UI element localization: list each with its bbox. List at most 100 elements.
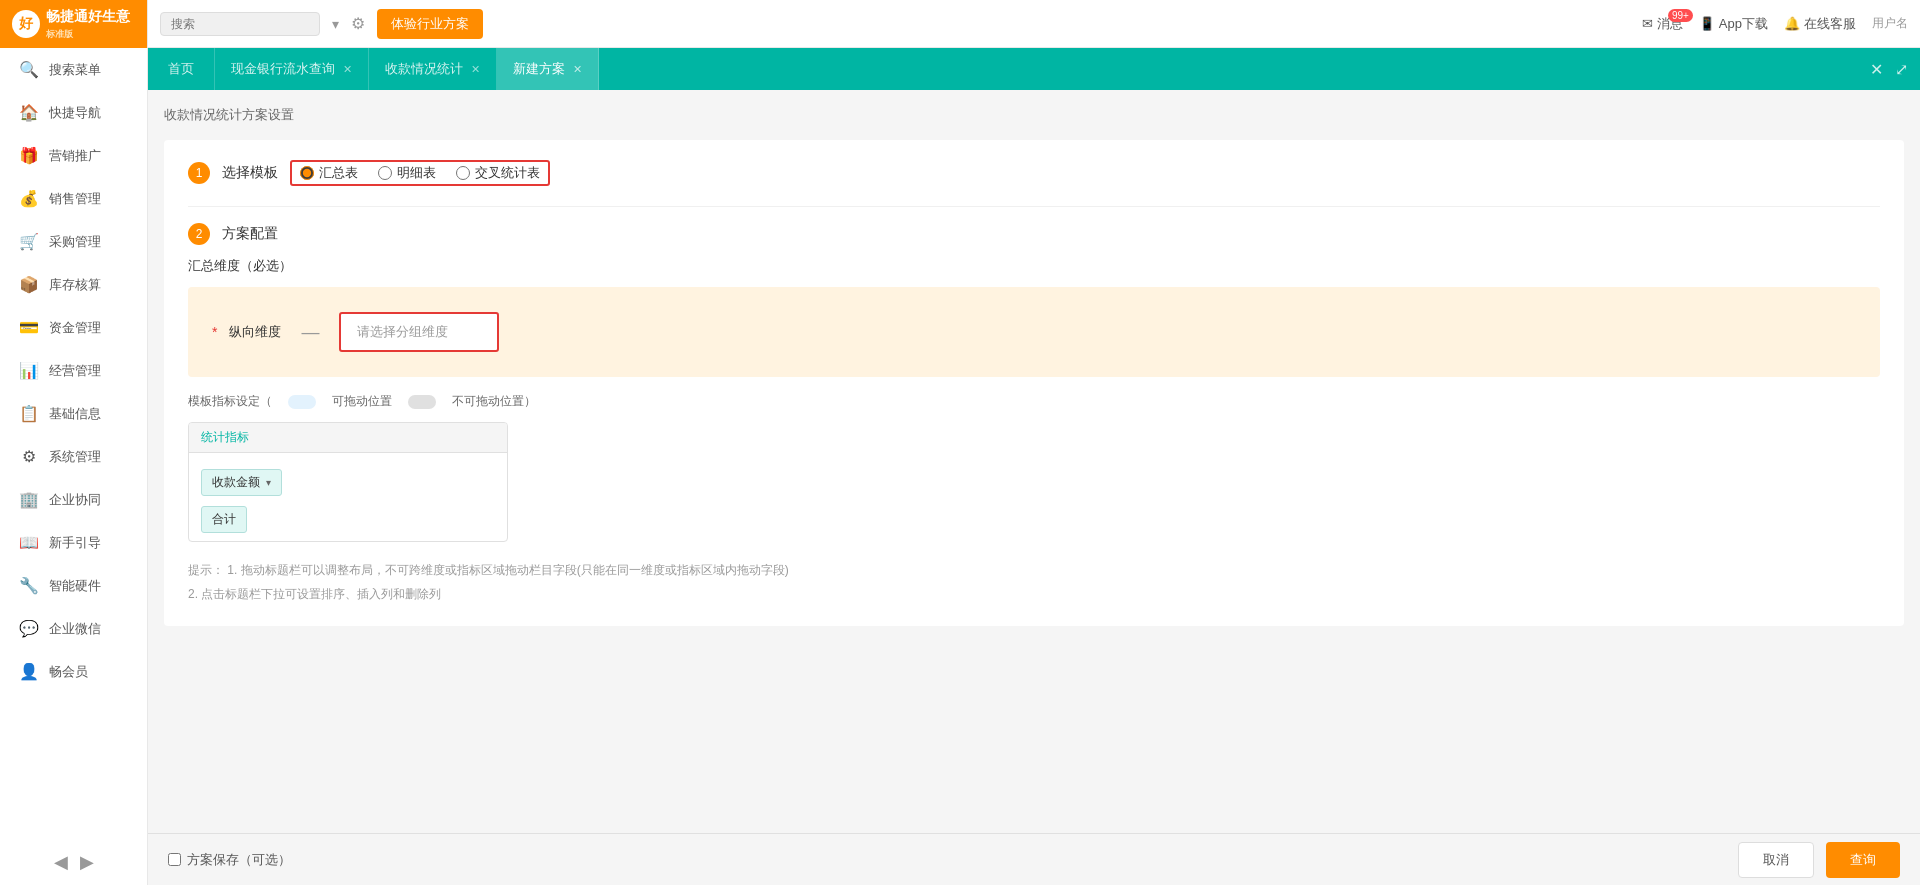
sidebar-item-label: 搜索菜单 (49, 61, 101, 79)
radio-summary[interactable]: 汇总表 (300, 164, 358, 182)
save-checkbox[interactable] (168, 853, 181, 866)
box-icon: 📦 (19, 275, 39, 294)
tab-new-plan-close[interactable]: ✕ (573, 63, 582, 76)
content-area: 收款情况统计方案设置 1 选择模板 汇总表 (148, 90, 1920, 833)
radio-summary-input[interactable] (300, 166, 314, 180)
home-icon: 🏠 (19, 103, 39, 122)
sidebar-item-label: 资金管理 (49, 319, 101, 337)
asterisk: * (212, 324, 217, 340)
sidebar-item-search[interactable]: 🔍 搜索菜单 (0, 48, 147, 91)
cart-icon: 🛒 (19, 232, 39, 251)
sidebar-item-label: 采购管理 (49, 233, 101, 251)
settings-icon[interactable]: ⚙ (351, 14, 365, 33)
sidebar-footer: ◀ ▶ (0, 839, 147, 885)
sidebar-item-inventory[interactable]: 📦 库存核算 (0, 263, 147, 306)
sidebar-item-marketing[interactable]: 🎁 营销推广 (0, 134, 147, 177)
sidebar-item-label: 智能硬件 (49, 577, 101, 595)
stats-amount-tag[interactable]: 收款金额 ▾ (201, 469, 282, 496)
trial-button[interactable]: 体验行业方案 (377, 9, 483, 39)
sidebar-item-guide[interactable]: 📖 新手引导 (0, 521, 147, 564)
page-title: 收款情况统计方案设置 (164, 106, 1904, 124)
book-icon: 📖 (19, 533, 39, 552)
stats-tag-row: 收款金额 ▾ (201, 469, 495, 496)
stats-amount-label: 收款金额 (212, 474, 260, 491)
radio-cross[interactable]: 交叉统计表 (456, 164, 540, 182)
bottom-buttons: 取消 查询 (1738, 842, 1900, 878)
online-service-label: 在线客服 (1804, 15, 1856, 33)
sidebar-item-sales[interactable]: 💰 销售管理 (0, 177, 147, 220)
stats-section-label: 统计指标 (189, 423, 507, 453)
dim-select-box[interactable]: 请选择分组维度 (339, 312, 499, 352)
chart-icon: 📊 (19, 361, 39, 380)
sidebar-item-purchase[interactable]: 🛒 采购管理 (0, 220, 147, 263)
sidebar-item-label: 企业微信 (49, 620, 101, 638)
tab-bank-label: 现金银行流水查询 (231, 60, 335, 78)
card-icon: 💳 (19, 318, 39, 337)
tab-receipt-stats-label: 收款情况统计 (385, 60, 463, 78)
radio-summary-label: 汇总表 (319, 164, 358, 182)
step1-row: 1 选择模板 汇总表 明细表 (188, 160, 1880, 186)
tab-bank-close[interactable]: ✕ (343, 63, 352, 76)
maximize-icon[interactable]: ⤢ (1895, 60, 1908, 79)
sidebar-item-nav[interactable]: 🏠 快捷导航 (0, 91, 147, 134)
radio-detail-label: 明细表 (397, 164, 436, 182)
stats-content: 收款金额 ▾ 合计 (189, 461, 507, 541)
sidebar-item-enterprise[interactable]: 🏢 企业协同 (0, 478, 147, 521)
cancel-button[interactable]: 取消 (1738, 842, 1814, 878)
search-icon: 🔍 (19, 60, 39, 79)
tab-bank[interactable]: 现金银行流水查询 ✕ (215, 48, 369, 90)
sidebar-item-operations[interactable]: 📊 经营管理 (0, 349, 147, 392)
app-download-link[interactable]: 📱 App下载 (1699, 15, 1768, 33)
radio-detail[interactable]: 明细表 (378, 164, 436, 182)
tab-receipt-stats[interactable]: 收款情况统计 ✕ (369, 48, 497, 90)
query-button[interactable]: 查询 (1826, 842, 1900, 878)
sidebar-item-label: 畅会员 (49, 663, 88, 681)
sidebar-item-finance[interactable]: 💳 资金管理 (0, 306, 147, 349)
footer-icon-left[interactable]: ◀ (54, 851, 68, 873)
sidebar-item-base[interactable]: 📋 基础信息 (0, 392, 147, 435)
bottom-bar: 方案保存（可选） 取消 查询 (148, 833, 1920, 885)
service-icon: 🔔 (1784, 16, 1800, 31)
tab-new-plan[interactable]: 新建方案 ✕ (497, 48, 599, 90)
dropdown-icon[interactable]: ▾ (332, 16, 339, 32)
save-label: 方案保存（可选） (187, 851, 291, 869)
sidebar-item-label: 销售管理 (49, 190, 101, 208)
footer-icon-right[interactable]: ▶ (80, 851, 94, 873)
user-icon: 👤 (19, 662, 39, 681)
stats-subtotal-tag: 合计 (201, 506, 247, 533)
sidebar-item-label: 企业协同 (49, 491, 101, 509)
step2-circle: 2 (188, 223, 210, 245)
app-logo: 好 畅捷通好生意 标准版 (0, 0, 147, 48)
step1-label: 选择模板 (222, 164, 278, 182)
username-display: 用户名 (1872, 15, 1908, 32)
radio-detail-input[interactable] (378, 166, 392, 180)
sidebar-item-smart[interactable]: 🔧 智能硬件 (0, 564, 147, 607)
search-input[interactable] (160, 12, 320, 36)
tab-receipt-close[interactable]: ✕ (471, 63, 480, 76)
step2-row: 2 方案配置 (188, 223, 1880, 245)
sidebar-item-wechat[interactable]: 💬 企业微信 (0, 607, 147, 650)
vertical-dim-label: 纵向维度 (229, 323, 281, 341)
dim-placeholder: 请选择分组维度 (357, 323, 448, 341)
save-checkbox-label[interactable]: 方案保存（可选） (168, 851, 291, 869)
topbar: ▾ ⚙ 体验行业方案 ✉ 消息 99+ 📱 App下载 🔔 在线客服 用户名 (148, 0, 1920, 48)
template-options: 汇总表 明细表 交叉统计表 (300, 164, 540, 182)
radio-cross-input[interactable] (456, 166, 470, 180)
app-name: 畅捷通好生意 (46, 8, 130, 26)
sidebar-item-system[interactable]: ⚙ 系统管理 (0, 435, 147, 478)
gear-icon: ⚙ (19, 447, 39, 466)
tips-section: 提示： 1. 拖动标题栏可以调整布局，不可跨维度或指标区域拖动栏目字段(只能在同… (188, 558, 1880, 606)
message-badge[interactable]: ✉ 消息 99+ (1642, 15, 1683, 33)
message-icon: ✉ (1642, 16, 1653, 31)
sidebar-item-label: 新手引导 (49, 534, 101, 552)
step2-label: 方案配置 (222, 225, 278, 243)
settings-card: 1 选择模板 汇总表 明细表 (164, 140, 1904, 626)
sidebar-item-label: 快捷导航 (49, 104, 101, 122)
sidebar-item-member[interactable]: 👤 畅会员 (0, 650, 147, 693)
sidebar-nav: 🔍 搜索菜单 🏠 快捷导航 🎁 营销推广 💰 销售管理 🛒 采购管理 📦 库存核… (0, 48, 147, 839)
online-service-link[interactable]: 🔔 在线客服 (1784, 15, 1856, 33)
tab-home[interactable]: 首页 (148, 48, 215, 90)
minimize-icon[interactable]: ✕ (1870, 60, 1883, 79)
step1-container: 选择模板 汇总表 明细表 (222, 160, 550, 186)
stats-sub-label: 合计 (212, 511, 236, 528)
